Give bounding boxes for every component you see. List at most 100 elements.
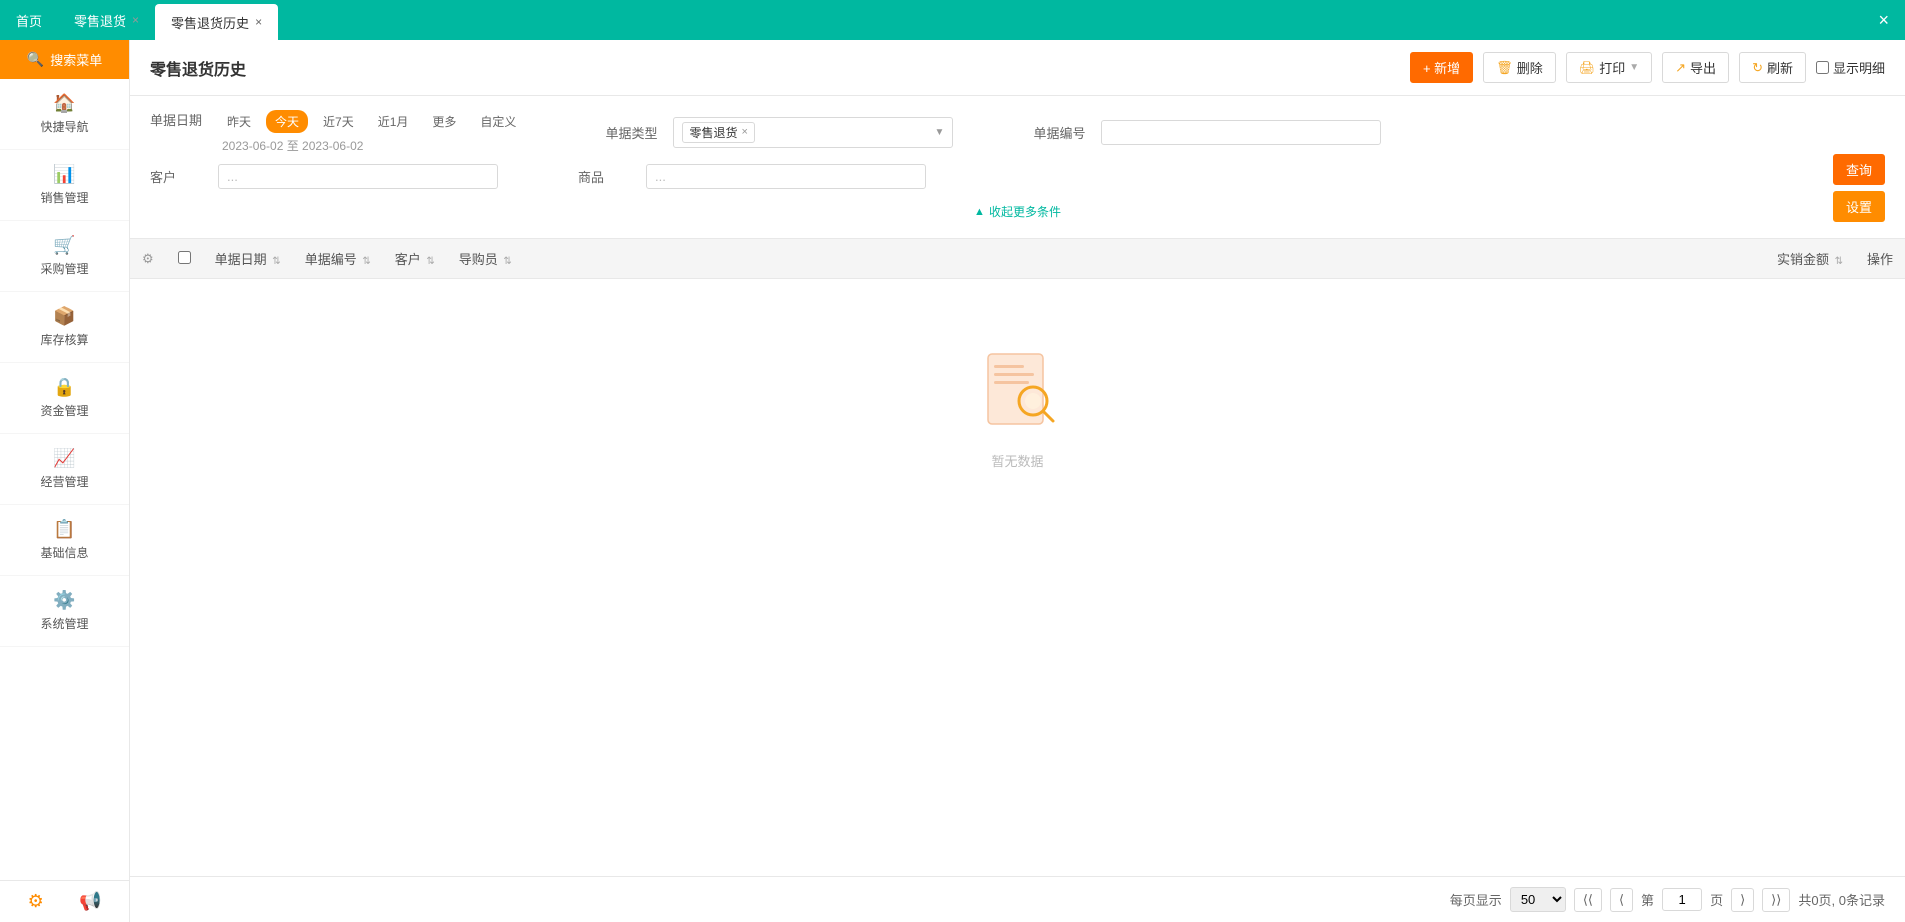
settings-bottom-icon[interactable]: ⚙: [28, 891, 44, 912]
operations-icon: 📈: [53, 448, 75, 469]
th-date-label: 单据日期: [215, 252, 267, 267]
export-icon: ↗: [1675, 60, 1686, 76]
collapse-up-icon: ▲: [974, 206, 985, 218]
first-page-button[interactable]: ⟨⟨: [1574, 888, 1602, 912]
print-button[interactable]: 🖨 打印 ▼: [1566, 52, 1652, 83]
sidebar-search[interactable]: 🔍 搜索菜单: [0, 40, 129, 79]
filter-goods-group: 商品 ...: [578, 164, 926, 189]
filter-date-options: 昨天 今天 近7天 近1月 更多 自定义 2023-06-02 至 2023-0…: [218, 110, 525, 154]
filter-goods-select[interactable]: ...: [646, 164, 926, 189]
per-page-label: 每页显示: [1450, 890, 1502, 909]
th-amount[interactable]: 实销金额 ⇅: [1765, 239, 1855, 279]
system-mgmt-icon: ⚙️: [53, 590, 75, 611]
th-spacer: [524, 239, 1765, 279]
tab-retail-return-history[interactable]: 零售退货历史 ×: [155, 4, 278, 40]
date-btn-yesterday[interactable]: 昨天: [218, 110, 260, 133]
show-detail-checkbox[interactable]: [1816, 61, 1829, 74]
volume-icon[interactable]: 📢: [79, 891, 101, 912]
th-no[interactable]: 单据编号 ⇅: [293, 239, 383, 279]
sidebar: 🔍 搜索菜单 🏠 快捷导航 📊 销售管理 🛒 采购管理 📦 库存核算 🔒: [0, 40, 130, 922]
filter-action-buttons: 查询 设置: [1833, 154, 1885, 222]
date-btn-7days[interactable]: 近7天: [314, 110, 363, 133]
date-btn-1month[interactable]: 近1月: [369, 110, 418, 133]
filter-area: 单据日期 昨天 今天 近7天 近1月 更多 自定义 2023-06-02 至 2…: [130, 96, 1905, 239]
sidebar-item-system-mgmt-label: 系统管理: [40, 615, 88, 632]
date-btn-custom[interactable]: 自定义: [471, 110, 525, 133]
column-settings-icon[interactable]: ⚙: [142, 251, 154, 266]
empty-state: 暂无数据: [130, 279, 1905, 530]
sales-mgmt-icon: 📊: [53, 164, 75, 185]
page-label: 第: [1641, 890, 1654, 909]
refresh-button[interactable]: ↻ 刷新: [1739, 52, 1806, 83]
top-bar-right: ×: [1878, 10, 1905, 31]
filter-collapse-row: ▲ 收起更多条件: [150, 199, 1885, 224]
print-label: 打印: [1599, 58, 1625, 77]
sidebar-item-operations[interactable]: 📈 经营管理: [0, 434, 129, 505]
filter-customer-label: 客户: [150, 167, 210, 186]
table-container: ⚙ 单据日期 ⇅ 单据编号 ⇅: [130, 239, 1905, 922]
th-amount-sort-icon: ⇅: [1835, 256, 1843, 267]
page-number-input[interactable]: [1662, 888, 1702, 911]
layout: 🔍 搜索菜单 🏠 快捷导航 📊 销售管理 🛒 采购管理 📦 库存核算 🔒: [0, 40, 1905, 922]
tab-retail-return[interactable]: 零售退货 ×: [58, 0, 155, 40]
show-detail-checkbox-label[interactable]: 显示明细: [1816, 58, 1885, 77]
tab-retail-return-history-label: 零售退货历史: [171, 13, 249, 32]
pagination-total: 共0页, 0条记录: [1798, 890, 1885, 909]
last-page-button[interactable]: ⟩⟩: [1762, 888, 1790, 912]
data-table: ⚙ 单据日期 ⇅ 单据编号 ⇅: [130, 239, 1905, 279]
next-page-button[interactable]: ⟩: [1731, 888, 1754, 912]
th-no-label: 单据编号: [305, 252, 357, 267]
settings-button[interactable]: 设置: [1833, 191, 1885, 222]
table-header-row: ⚙ 单据日期 ⇅ 单据编号 ⇅: [130, 239, 1905, 279]
export-button[interactable]: ↗ 导出: [1662, 52, 1729, 83]
select-all-checkbox[interactable]: [178, 251, 191, 264]
filter-voucherno-label: 单据编号: [1033, 123, 1093, 142]
window-close-button[interactable]: ×: [1878, 10, 1889, 31]
collapse-label: 收起更多条件: [989, 203, 1061, 220]
date-btn-more[interactable]: 更多: [423, 110, 465, 133]
filter-date-buttons: 昨天 今天 近7天 近1月 更多 自定义: [218, 110, 525, 133]
sidebar-item-quick-nav[interactable]: 🏠 快捷导航: [0, 79, 129, 150]
delete-button[interactable]: 🗑 删除: [1483, 52, 1556, 83]
filter-type-select[interactable]: 零售退货 × ▼: [673, 117, 953, 148]
new-button[interactable]: + 新增: [1410, 52, 1473, 83]
goods-placeholder: ...: [655, 169, 666, 184]
th-settings[interactable]: ⚙: [130, 239, 166, 279]
sidebar-item-system-mgmt[interactable]: ⚙️ 系统管理: [0, 576, 129, 647]
filter-goods-label: 商品: [578, 167, 638, 186]
type-tag-close[interactable]: ×: [741, 126, 747, 138]
sidebar-item-sales-mgmt[interactable]: 📊 销售管理: [0, 150, 129, 221]
sidebar-item-purchase-mgmt[interactable]: 🛒 采购管理: [0, 221, 129, 292]
page-actions: + 新增 🗑 删除 🖨 打印 ▼ ↗ 导出 ↻ 刷新: [1410, 52, 1885, 95]
th-no-sort-icon: ⇅: [362, 256, 370, 267]
quick-nav-icon: 🏠: [53, 93, 75, 114]
filter-row-2: 客户 ... 商品 ...: [150, 164, 1885, 189]
filter-row-1: 单据日期 昨天 今天 近7天 近1月 更多 自定义 2023-06-02 至 2…: [150, 110, 1885, 154]
sidebar-item-inventory[interactable]: 📦 库存核算: [0, 292, 129, 363]
pagination: 每页显示 50 10 20 100 ⟨⟨ ⟨ 第 页 ⟩ ⟩⟩ 共0页, 0条记…: [130, 876, 1905, 922]
th-customer[interactable]: 客户 ⇅: [383, 239, 447, 279]
tab-home-label: 首页: [16, 11, 42, 30]
sidebar-item-basic-info[interactable]: 📋 基础信息: [0, 505, 129, 576]
per-page-select[interactable]: 50 10 20 100: [1510, 887, 1566, 912]
page-title: 零售退货历史: [150, 56, 246, 92]
date-btn-today[interactable]: 今天: [266, 110, 308, 133]
filter-customer-select[interactable]: ...: [218, 164, 498, 189]
sidebar-item-purchase-mgmt-label: 采购管理: [40, 260, 88, 277]
th-date[interactable]: 单据日期 ⇅: [203, 239, 293, 279]
filter-voucherno-input[interactable]: [1101, 120, 1381, 145]
collapse-button[interactable]: ▲ 收起更多条件: [962, 199, 1073, 224]
delete-icon: 🗑: [1496, 60, 1513, 76]
tab-home[interactable]: 首页: [0, 0, 58, 40]
tab-retail-return-close[interactable]: ×: [132, 13, 139, 27]
th-ops: 操作: [1855, 239, 1905, 279]
filter-type-group: 单据类型 零售退货 × ▼: [605, 117, 953, 148]
query-button[interactable]: 查询: [1833, 154, 1885, 185]
th-checkbox[interactable]: [166, 239, 203, 279]
tab-retail-return-history-close[interactable]: ×: [255, 15, 262, 29]
sidebar-item-finance[interactable]: 🔒 资金管理: [0, 363, 129, 434]
prev-page-button[interactable]: ⟨: [1610, 888, 1633, 912]
empty-text: 暂无数据: [991, 451, 1043, 470]
sidebar-item-finance-label: 资金管理: [40, 402, 88, 419]
th-guide[interactable]: 导购员 ⇅: [447, 239, 524, 279]
